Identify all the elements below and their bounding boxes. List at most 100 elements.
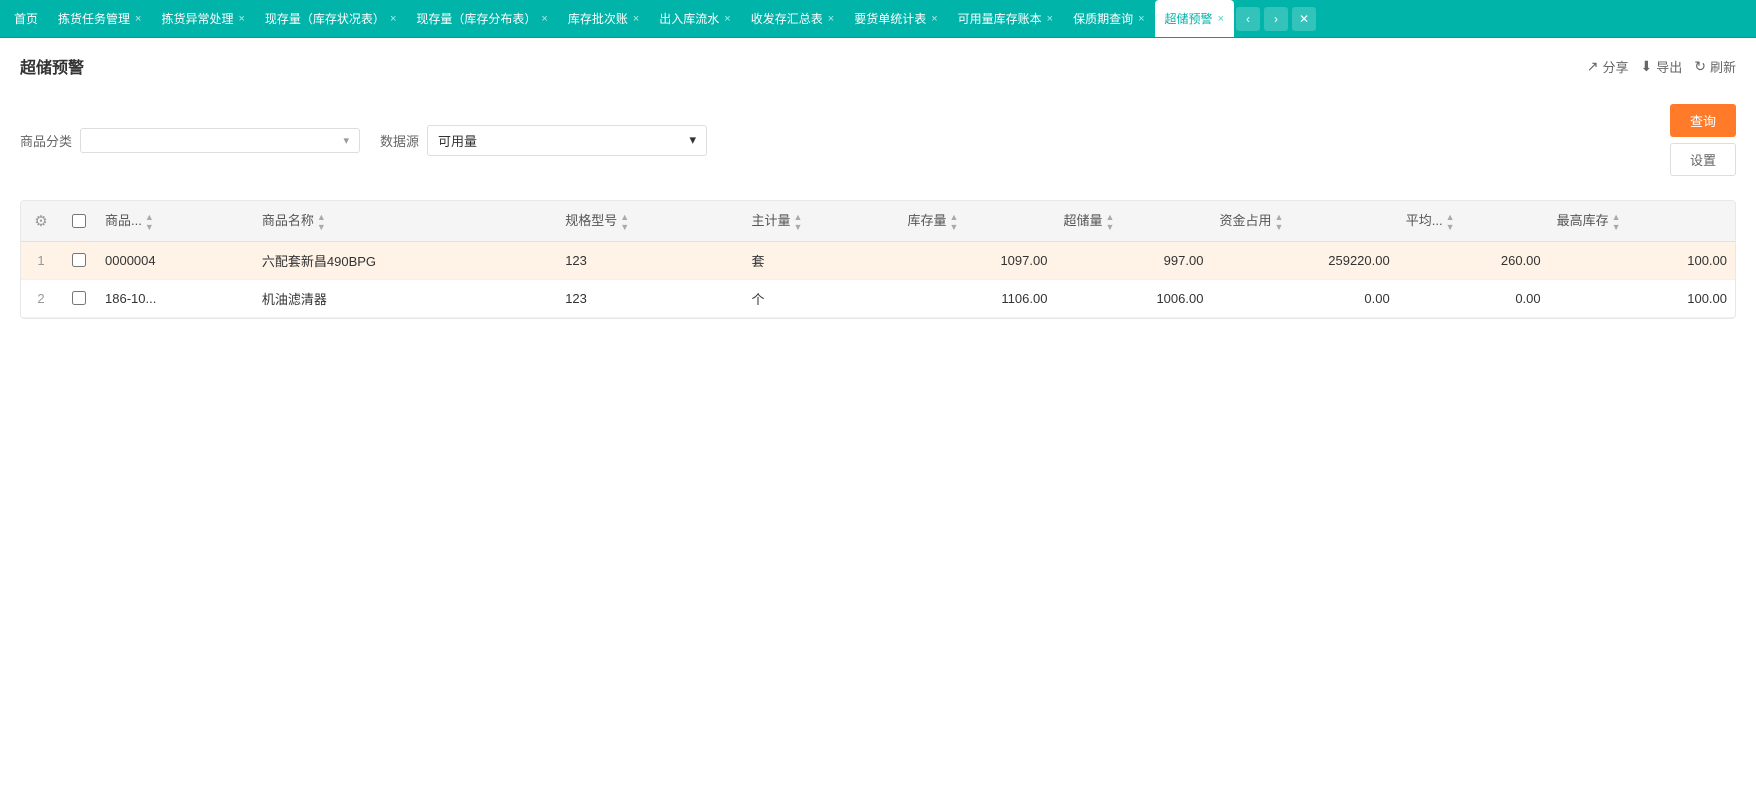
cell-index: 1 [21, 241, 61, 279]
select-all-checkbox[interactable] [72, 214, 86, 228]
th-spec[interactable]: 规格型号▲▼ [557, 201, 743, 241]
cell-overstock: 1006.00 [1055, 279, 1211, 317]
close-tab-available-ledger[interactable]: × [1047, 13, 1053, 25]
close-tab-task-mgmt[interactable]: × [135, 13, 141, 25]
close-tab-stock-dist[interactable]: × [541, 13, 547, 25]
cell-max-stock: 100.00 [1549, 241, 1735, 279]
sort-icon-product-code: ▲▼ [145, 212, 154, 232]
cell-spec: 123 [557, 279, 743, 317]
nav-arrow-more[interactable]: ✕ [1292, 7, 1316, 31]
cell-avg: 0.00 [1398, 279, 1549, 317]
sort-icon-overstock: ▲▼ [1105, 212, 1114, 232]
table-row: 2 186-10... 机油滤清器 123 个 1106.00 1006.00 … [21, 279, 1735, 317]
refresh-button[interactable]: ↻ 刷新 [1694, 57, 1736, 76]
filter-buttons: 查询 设置 [1670, 104, 1736, 176]
top-navigation: 首页 拣货任务管理 × 拣货异常处理 × 现存量（库存状况表） × 现存量（库存… [0, 0, 1756, 38]
th-settings[interactable]: ⚙ [21, 201, 61, 241]
gear-icon[interactable]: ⚙ [29, 212, 53, 230]
row-checkbox-0[interactable] [72, 253, 86, 267]
data-table: ⚙ 商品...▲▼ 商品名称▲▼ 规格型号▲▼ [21, 201, 1735, 318]
category-label: 商品分类 [20, 131, 72, 150]
share-icon: ↗ [1587, 58, 1599, 75]
nav-tab-available-ledger[interactable]: 可用量库存账本 × [948, 0, 1063, 37]
datasource-filter: 数据源 可用量 ▾ [380, 125, 707, 156]
sort-icon-avg: ▲▼ [1446, 212, 1455, 232]
th-unit[interactable]: 主计量▲▼ [743, 201, 899, 241]
share-button[interactable]: ↗ 分享 [1587, 57, 1629, 76]
cell-stock: 1097.00 [899, 241, 1055, 279]
category-select-arrow: ▾ [343, 134, 349, 147]
close-tab-overstock-warning[interactable]: × [1218, 13, 1224, 25]
nav-tab-quality-check[interactable]: 保质期查询 × [1063, 0, 1154, 37]
close-tab-inout-flow[interactable]: × [724, 13, 730, 25]
th-avg[interactable]: 平均...▲▼ [1398, 201, 1549, 241]
cell-checkbox [61, 279, 97, 317]
page-title: 超储预警 [20, 54, 84, 78]
header-actions: ↗ 分享 ⬇ 导出 ↻ 刷新 [1587, 57, 1736, 76]
category-filter: 商品分类 ▾ [20, 128, 360, 153]
datasource-label: 数据源 [380, 131, 419, 150]
category-select[interactable]: ▾ [80, 128, 360, 153]
cell-capital: 259220.00 [1211, 241, 1397, 279]
main-content: 超储预警 ↗ 分享 ⬇ 导出 ↻ 刷新 商品分类 ▾ 数据源 [0, 38, 1756, 800]
cell-index: 2 [21, 279, 61, 317]
th-capital[interactable]: 资金占用▲▼ [1211, 201, 1397, 241]
settings-button[interactable]: 设置 [1670, 143, 1736, 176]
cell-product-code: 186-10... [97, 279, 254, 317]
sort-icon-capital: ▲▼ [1274, 212, 1283, 232]
nav-tab-stock-batch[interactable]: 库存批次账 × [558, 0, 649, 37]
nav-tab-overstock-warning[interactable]: 超储预警 × [1155, 0, 1234, 37]
cell-checkbox [61, 241, 97, 279]
export-icon: ⬇ [1641, 58, 1653, 75]
nav-tab-task-mgmt[interactable]: 拣货任务管理 × [48, 0, 151, 37]
nav-tab-inout-flow[interactable]: 出入库流水 × [649, 0, 740, 37]
nav-tab-home[interactable]: 首页 [4, 0, 48, 37]
cell-capital: 0.00 [1211, 279, 1397, 317]
th-product-name[interactable]: 商品名称▲▼ [254, 201, 557, 241]
row-checkbox-1[interactable] [72, 291, 86, 305]
export-button[interactable]: ⬇ 导出 [1641, 57, 1683, 76]
sort-icon-unit: ▲▼ [794, 212, 803, 232]
cell-spec: 123 [557, 241, 743, 279]
nav-tab-abnormal[interactable]: 拣货异常处理 × [151, 0, 254, 37]
cell-stock: 1106.00 [899, 279, 1055, 317]
th-overstock[interactable]: 超储量▲▼ [1055, 201, 1211, 241]
cell-product-code: 0000004 [97, 241, 254, 279]
filter-row: 商品分类 ▾ 数据源 可用量 ▾ 查询 设置 [20, 94, 1736, 186]
refresh-icon: ↻ [1694, 58, 1706, 75]
datasource-select-arrow: ▾ [690, 132, 697, 148]
th-stock[interactable]: 库存量▲▼ [899, 201, 1055, 241]
nav-arrow-left[interactable]: ‹ [1236, 7, 1260, 31]
query-button[interactable]: 查询 [1670, 104, 1736, 137]
datasource-select[interactable]: 可用量 ▾ [427, 125, 707, 156]
sort-icon-spec: ▲▼ [620, 212, 629, 232]
nav-tab-stock-status[interactable]: 现存量（库存状况表） × [255, 0, 406, 37]
sort-icon-max-stock: ▲▼ [1612, 212, 1621, 232]
th-checkbox [61, 201, 97, 241]
data-table-wrapper: ⚙ 商品...▲▼ 商品名称▲▼ 规格型号▲▼ [20, 200, 1736, 319]
close-tab-stock-batch[interactable]: × [633, 13, 639, 25]
cell-unit: 套 [743, 241, 899, 279]
close-tab-quality-check[interactable]: × [1138, 13, 1144, 25]
close-tab-order-stats[interactable]: × [931, 13, 937, 25]
table-row: 1 0000004 六配套新昌490BPG 123 套 1097.00 997.… [21, 241, 1735, 279]
datasource-value: 可用量 [438, 131, 477, 150]
nav-tab-collect-summary[interactable]: 收发存汇总表 × [741, 0, 844, 37]
th-max-stock[interactable]: 最高库存▲▼ [1549, 201, 1735, 241]
nav-arrow-right[interactable]: › [1264, 7, 1288, 31]
cell-unit: 个 [743, 279, 899, 317]
cell-avg: 260.00 [1398, 241, 1549, 279]
cell-max-stock: 100.00 [1549, 279, 1735, 317]
table-header-row: ⚙ 商品...▲▼ 商品名称▲▼ 规格型号▲▼ [21, 201, 1735, 241]
close-tab-abnormal[interactable]: × [238, 13, 244, 25]
cell-product-name: 机油滤清器 [254, 279, 557, 317]
th-product-code[interactable]: 商品...▲▼ [97, 201, 254, 241]
nav-tab-order-stats[interactable]: 要货单统计表 × [844, 0, 947, 37]
sort-icon-stock: ▲▼ [949, 212, 958, 232]
cell-product-name: 六配套新昌490BPG [254, 241, 557, 279]
nav-tab-stock-dist[interactable]: 现存量（库存分布表） × [406, 0, 557, 37]
close-tab-stock-status[interactable]: × [390, 13, 396, 25]
page-header: 超储预警 ↗ 分享 ⬇ 导出 ↻ 刷新 [20, 54, 1736, 78]
sort-icon-product-name: ▲▼ [317, 212, 326, 232]
close-tab-collect-summary[interactable]: × [828, 13, 834, 25]
